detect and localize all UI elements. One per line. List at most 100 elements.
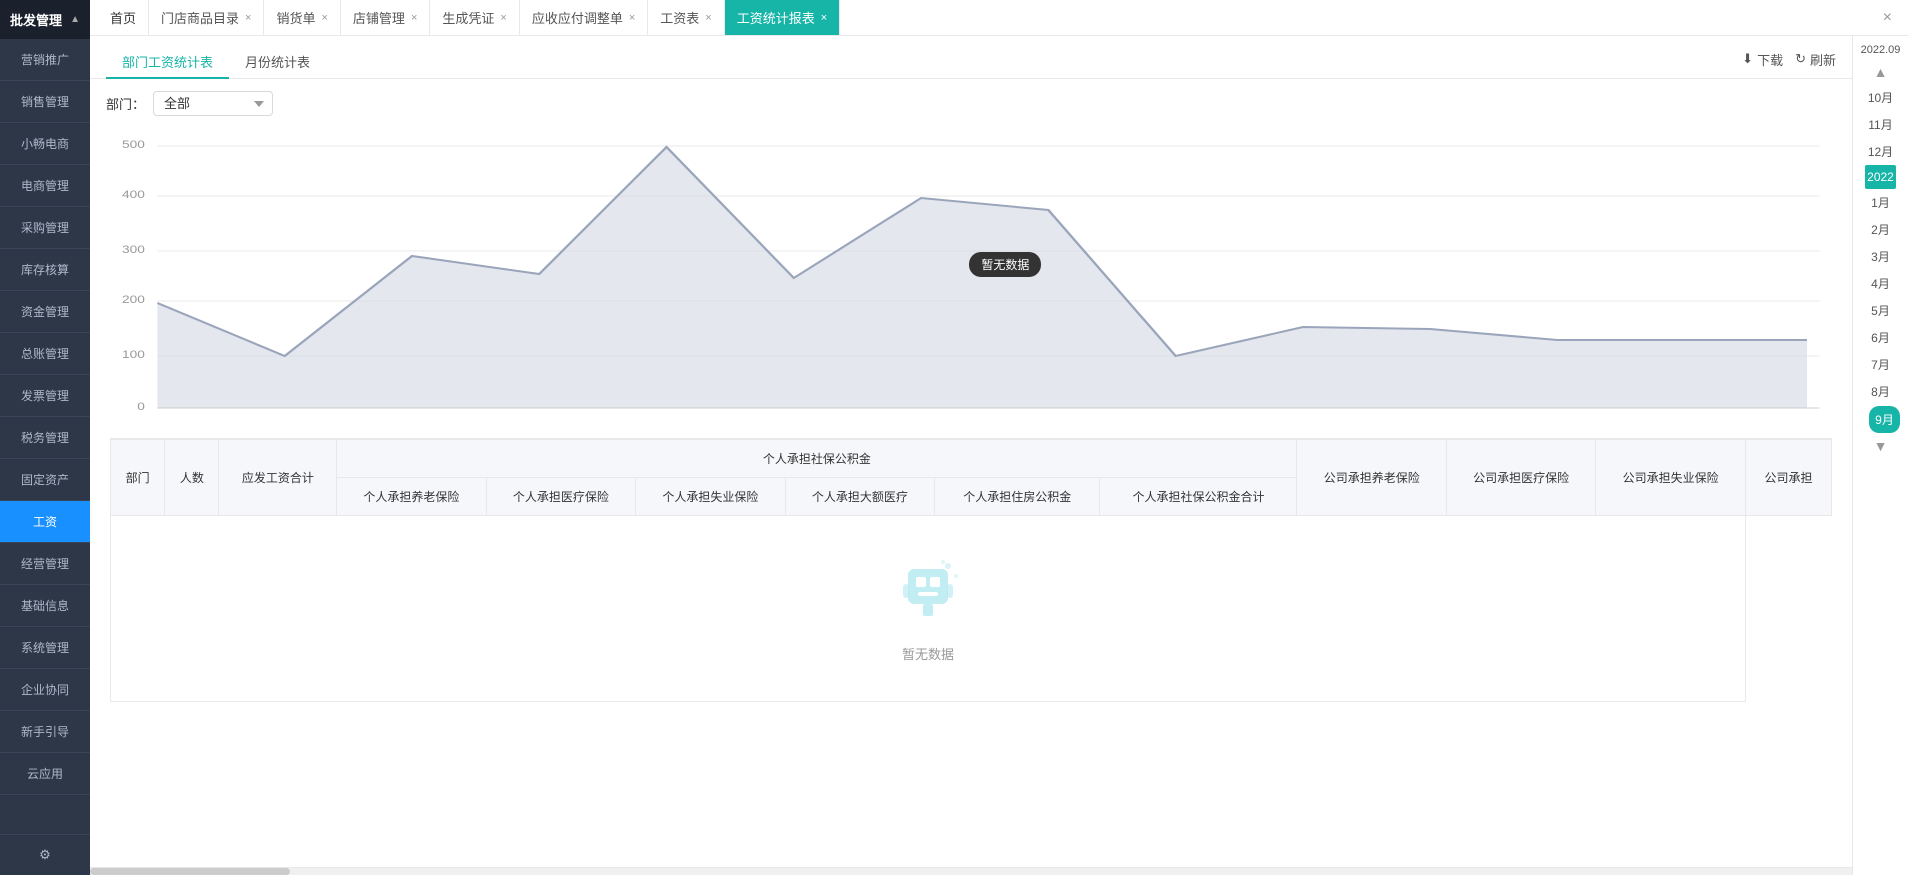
dept-filter-select[interactable]: 全部 部门A 部门B [153,91,273,116]
download-button[interactable]: ⬇ 下载 [1742,50,1783,69]
refresh-label: 刷新 [1810,50,1836,69]
sidebar-item-system[interactable]: 系统管理 [0,627,90,669]
sidebar-settings-button[interactable]: ⚙ [0,834,90,875]
year-picker-item-7月[interactable]: 7月 [1865,351,1896,378]
sidebar-item-capital[interactable]: 资金管理 [0,291,90,333]
year-picker-up-arrow[interactable]: ▲ [1870,60,1892,84]
tab-close-store-catalog[interactable]: × [245,12,251,24]
svg-text:200: 200 [122,293,145,305]
table-empty-text: 暂无数据 [902,644,954,663]
table-container[interactable]: 部门 人数 应发工资合计 个人承担社保公积金 公司承担养老保险 公司承担医疗保险… [110,438,1832,702]
th-company-other: 公司承担 [1745,440,1831,516]
year-picker: 2022.09 ▲ 10月11月12月20221月2月3月4月5月6月7月8月9… [1852,36,1908,875]
tab-payroll-report[interactable]: 工资统计报表 × [725,0,840,35]
svg-text:400: 400 [122,188,145,200]
sub-tabs-right: ⬇ 下载 ↻ 刷新 [1742,50,1836,75]
tabs-container: 首页门店商品目录×销货单×店铺管理×生成凭证×应收应付调整单×工资表×工资统计报… [98,0,840,35]
tabbar: 首页门店商品目录×销货单×店铺管理×生成凭证×应收应付调整单×工资表×工资统计报… [90,0,1908,36]
th-headcount: 人数 [165,440,219,516]
sidebar-item-ecommerce-small[interactable]: 小畅电商 [0,123,90,165]
dept-filter-label: 部门： [106,94,145,113]
chart-svg: 500 400 300 200 100 0 [110,138,1832,428]
sidebar-item-purchase[interactable]: 采购管理 [0,207,90,249]
download-label: 下载 [1757,50,1783,69]
tab-dept-stats[interactable]: 部门工资统计表 [106,46,229,79]
th-personal-total: 个人承担社保公积金合计 [1100,478,1297,516]
tab-close-payroll-report[interactable]: × [821,12,827,24]
th-personal-medical: 个人承担医疗保险 [486,478,635,516]
year-picker-item-5月[interactable]: 5月 [1865,297,1896,324]
tab-label-payroll-table: 工资表 [660,8,699,27]
th-personal-pension: 个人承担养老保险 [337,478,486,516]
th-dept: 部门 [111,440,165,516]
tab-store-catalog[interactable]: 门店商品目录 × [149,0,264,35]
sidebar-item-operations[interactable]: 经营管理 [0,543,90,585]
year-picker-item-11月[interactable]: 11月 [1865,111,1896,138]
year-picker-down-arrow[interactable]: ▼ [1870,434,1892,458]
chart-area-fill [157,147,1807,408]
chart-container: 500 400 300 200 100 0 [110,138,1832,438]
tab-label-store-catalog: 门店商品目录 [161,8,239,27]
tab-close-receivable[interactable]: × [629,12,635,24]
th-personal-insurance: 个人承担社保公积金 [337,440,1297,478]
data-table: 部门 人数 应发工资合计 个人承担社保公积金 公司承担养老保险 公司承担医疗保险… [110,439,1832,702]
refresh-button[interactable]: ↻ 刷新 [1795,50,1836,69]
year-picker-current: 2022.09 [1859,40,1903,60]
year-picker-item-10月[interactable]: 10月 [1865,84,1896,111]
year-picker-item-12月[interactable]: 12月 [1865,138,1896,165]
sub-tabs-left: 部门工资统计表 月份统计表 [106,46,326,78]
tab-label-payroll-report: 工资统计报表 [737,8,815,27]
refresh-icon: ↻ [1795,51,1806,67]
year-picker-item-1月[interactable]: 1月 [1865,189,1896,216]
svg-text:500: 500 [122,138,145,150]
sidebar-item-basic-info[interactable]: 基础信息 [0,585,90,627]
sidebar-item-tax[interactable]: 税务管理 [0,417,90,459]
tab-home[interactable]: 首页 [98,0,149,35]
sub-tabs: 部门工资统计表 月份统计表 ⬇ 下载 ↻ 刷新 [90,36,1852,79]
bottom-scrollbar[interactable] [90,867,1852,875]
sidebar-item-ecommerce[interactable]: 电商管理 [0,165,90,207]
sidebar-item-invoice[interactable]: 发票管理 [0,375,90,417]
year-picker-item-4月[interactable]: 4月 [1865,270,1896,297]
chart-tooltip: 暂无数据 [969,252,1041,277]
year-picker-item-3月[interactable]: 3月 [1865,243,1896,270]
tab-receivable[interactable]: 应收应付调整单× [520,0,648,35]
sidebar-item-marketing[interactable]: 营销推广 [0,39,90,81]
sidebar-item-sales[interactable]: 销售管理 [0,81,90,123]
tab-close-production-cert[interactable]: × [500,12,506,24]
tab-close-payroll-table[interactable]: × [705,12,711,24]
sidebar-item-inventory[interactable]: 库存核算 [0,249,90,291]
tab-close-store-management[interactable]: × [411,12,417,24]
tab-close-sales-order[interactable]: × [321,12,327,24]
year-picker-item-9月[interactable]: 9月 [1869,406,1900,433]
sidebar-item-enterprise[interactable]: 企业协同 [0,669,90,711]
year-picker-item-2月[interactable]: 2月 [1865,216,1896,243]
tab-label-sales-order: 销货单 [276,8,315,27]
sidebar-item-cloud-apps[interactable]: 云应用 [0,753,90,795]
page-content: 部门工资统计表 月份统计表 ⬇ 下载 ↻ 刷新 部门： [90,36,1908,875]
tab-sales-order[interactable]: 销货单 × [264,0,340,35]
sidebar-item-ledger[interactable]: 总账管理 [0,333,90,375]
main-content: 首页门店商品目录×销货单×店铺管理×生成凭证×应收应付调整单×工资表×工资统计报… [90,0,1908,875]
tab-label-production-cert: 生成凭证 [442,8,494,27]
tab-production-cert[interactable]: 生成凭证 × [430,0,519,35]
inner-content: 部门工资统计表 月份统计表 ⬇ 下载 ↻ 刷新 部门： [90,36,1852,875]
th-company-unemployment: 公司承担失业保险 [1596,440,1745,516]
empty-state: 暂无数据 [119,524,1737,693]
bottom-scrollbar-thumb [90,868,290,875]
th-company-medical: 公司承担医疗保险 [1446,440,1595,516]
sidebar-header[interactable]: 批发管理 ▲ [0,0,90,39]
sidebar-item-payroll[interactable]: 工资 [0,501,90,543]
th-personal-major-medical: 个人承担大额医疗 [785,478,934,516]
close-all-button[interactable]: × [1875,9,1900,27]
tab-payroll-table[interactable]: 工资表 × [648,0,724,35]
tab-label-store-management: 店铺管理 [353,8,405,27]
sidebar-item-new-guide[interactable]: 新手引导 [0,711,90,753]
tab-label-home: 首页 [110,8,136,27]
year-picker-item-8月[interactable]: 8月 [1865,378,1896,405]
tab-monthly-stats[interactable]: 月份统计表 [229,46,326,79]
sidebar-item-fixed-assets[interactable]: 固定资产 [0,459,90,501]
year-picker-item-6月[interactable]: 6月 [1865,324,1896,351]
tab-store-management[interactable]: 店铺管理 × [341,0,430,35]
year-picker-item-2022[interactable]: 2022 [1865,165,1896,189]
